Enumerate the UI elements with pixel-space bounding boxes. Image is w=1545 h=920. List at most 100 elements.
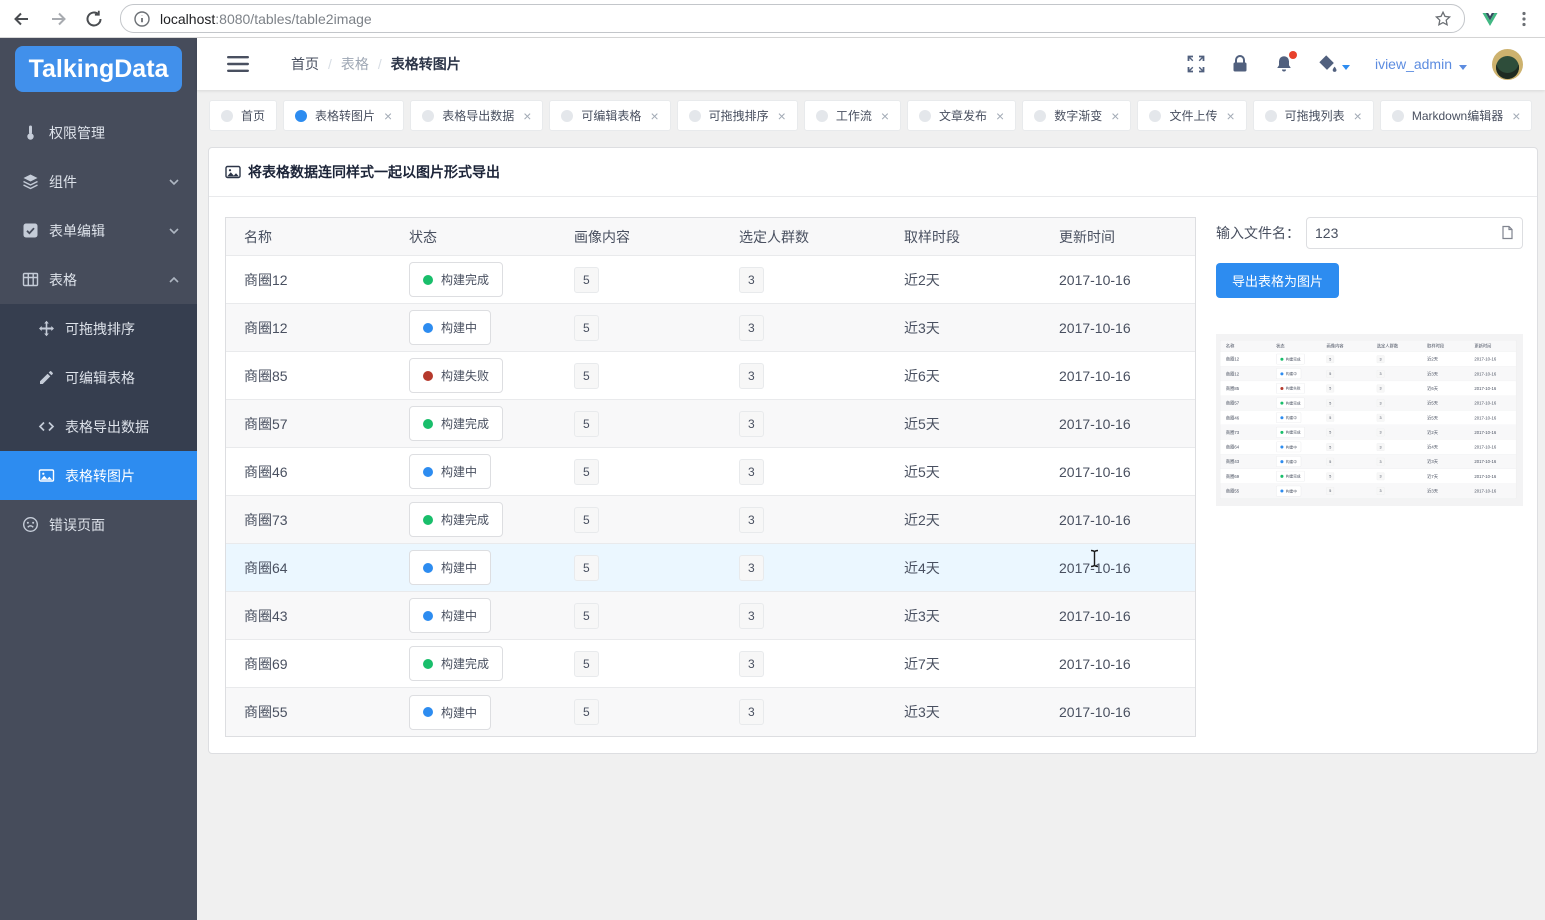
fullscreen-icon[interactable] xyxy=(1186,54,1206,74)
page-info-icon[interactable] xyxy=(133,10,151,28)
table-row[interactable]: 商圈73 构建完成 5 3 近2天 2017-10-16 xyxy=(1220,425,1516,440)
tab-close-icon[interactable]: × xyxy=(778,109,786,123)
avatar[interactable] xyxy=(1492,48,1523,80)
table-row[interactable]: 商圈55 构建中 5 3 近3天 2017-10-16 xyxy=(1220,483,1516,499)
group-count-tag: 3 xyxy=(1376,355,1385,364)
tab-可拖拽排序[interactable]: 可拖拽排序 × xyxy=(676,100,798,131)
tab-close-icon[interactable]: × xyxy=(384,109,392,123)
tab-可拖拽列表[interactable]: 可拖拽列表 × xyxy=(1252,100,1374,131)
status-dot xyxy=(1280,386,1284,390)
tab-close-icon[interactable]: × xyxy=(1512,109,1520,123)
table-row[interactable]: 商圈85 构建失败 5 3 近6天 2017-10-16 xyxy=(226,352,1195,400)
breadcrumb-item[interactable]: 表格 xyxy=(341,54,369,74)
status-label: 构建完成 xyxy=(441,513,490,527)
sidebar-item-table-export[interactable]: 表格导出数据 xyxy=(0,402,197,451)
cell-name: 商圈43 xyxy=(244,607,288,624)
tab-首页[interactable]: 首页 xyxy=(209,100,278,131)
tab-数字渐变[interactable]: 数字渐变 × xyxy=(1022,100,1132,131)
menu-toggle-icon[interactable] xyxy=(227,55,249,73)
status-label: 构建中 xyxy=(1285,415,1297,420)
address-bar[interactable]: localhost:8080/tables/table2image xyxy=(120,4,1465,33)
table-row[interactable]: 商圈46 构建中 5 3 近5天 2017-10-16 xyxy=(1220,410,1516,426)
tab-close-icon[interactable]: × xyxy=(881,109,889,123)
sidebar-item-components[interactable]: 组件 xyxy=(0,157,197,206)
sidebar-item-form-edit[interactable]: 表单编辑 xyxy=(0,206,197,255)
browser-reload-icon[interactable] xyxy=(84,9,104,29)
tab-status-dot xyxy=(1264,109,1277,122)
table-row[interactable]: 商圈64 构建中 5 3 近4天 2017-10-16 xyxy=(226,544,1195,592)
cell-group-count: 3 xyxy=(1371,384,1421,393)
lock-icon[interactable] xyxy=(1230,54,1250,74)
breadcrumb-item[interactable]: 首页 xyxy=(291,54,319,74)
cell-status: 构建完成 xyxy=(391,262,556,297)
status-label: 构建完成 xyxy=(441,657,490,671)
browser-toolbar: localhost:8080/tables/table2image xyxy=(0,0,1545,38)
sidebar-item-error-page[interactable]: 错误页面 xyxy=(0,500,197,549)
cell-period: 近5天 xyxy=(904,415,940,432)
table-row[interactable]: 商圈12 构建完成 5 3 近2天 2017-10-16 xyxy=(226,256,1195,304)
tab-可编辑表格[interactable]: 可编辑表格 × xyxy=(549,100,671,131)
tab-status-dot xyxy=(919,109,932,122)
table-row[interactable]: 商圈55 构建中 5 3 近3天 2017-10-16 xyxy=(226,688,1195,736)
table-row[interactable]: 商圈43 构建中 5 3 近3天 2017-10-16 xyxy=(1220,454,1516,470)
table-row[interactable]: 商圈85 构建失败 5 3 近6天 2017-10-16 xyxy=(1220,381,1516,396)
theme-switcher[interactable] xyxy=(1318,54,1351,74)
tab-close-icon[interactable]: × xyxy=(523,109,531,123)
cell-name: 商圈73 xyxy=(1225,429,1240,435)
table-row[interactable]: 商圈64 构建中 5 3 近4天 2017-10-16 xyxy=(1220,439,1516,455)
table-row[interactable]: 商圈69 构建完成 5 3 近7天 2017-10-16 xyxy=(1220,469,1516,484)
browser-back-icon[interactable] xyxy=(12,9,32,29)
browser-forward-icon[interactable] xyxy=(48,9,68,29)
sidebar-item-tables[interactable]: 表格 xyxy=(0,255,197,304)
column-header: 状态 xyxy=(409,228,437,245)
portrait-count-tag: 5 xyxy=(1326,472,1334,481)
chevron-down xyxy=(167,175,181,189)
cell-updated: 2017-10-16 xyxy=(1474,415,1497,421)
table-row[interactable]: 商圈57 构建完成 5 3 近5天 2017-10-16 xyxy=(226,400,1195,448)
status-badge: 构建完成 xyxy=(409,502,504,537)
sidebar-item-editable-table[interactable]: 可编辑表格 xyxy=(0,353,197,402)
browser-menu-icon[interactable] xyxy=(1515,10,1533,28)
user-dropdown[interactable]: iview_admin xyxy=(1375,56,1468,72)
table-row[interactable]: 商圈73 构建完成 5 3 近2天 2017-10-16 xyxy=(226,496,1195,544)
table-row[interactable]: 商圈57 构建完成 5 3 近5天 2017-10-16 xyxy=(1220,395,1516,411)
table-row[interactable]: 商圈69 构建完成 5 3 近7天 2017-10-16 xyxy=(226,640,1195,688)
portrait-count-tag: 5 xyxy=(574,506,599,533)
group-count-tag: 3 xyxy=(739,362,764,389)
bookmark-star-icon[interactable] xyxy=(1434,10,1452,28)
table-row[interactable]: 商圈12 构建中 5 3 近3天 2017-10-16 xyxy=(1220,366,1516,382)
table-row[interactable]: 商圈43 构建中 5 3 近3天 2017-10-16 xyxy=(226,592,1195,640)
notification-badge xyxy=(1288,51,1297,59)
caret-down-icon xyxy=(1341,59,1351,70)
filename-input[interactable] xyxy=(1306,217,1523,249)
tab-工作流[interactable]: 工作流 × xyxy=(803,100,902,131)
tab-close-icon[interactable]: × xyxy=(1354,109,1362,123)
notification-bell-icon[interactable] xyxy=(1274,51,1297,74)
table-row[interactable]: 商圈46 构建中 5 3 近5天 2017-10-16 xyxy=(226,448,1195,496)
table-row[interactable]: 商圈12 构建完成 5 3 近2天 2017-10-16 xyxy=(1220,351,1516,367)
export-table-button[interactable]: 导出表格为图片 xyxy=(1216,263,1340,298)
status-badge: 构建完成 xyxy=(409,646,504,681)
tab-close-icon[interactable]: × xyxy=(996,109,1004,123)
tab-表格转图片[interactable]: 表格转图片 × xyxy=(283,100,405,131)
sidebar-item-permission[interactable]: 权限管理 xyxy=(0,108,197,157)
group-count-tag: 3 xyxy=(1376,442,1385,451)
status-dot xyxy=(1280,372,1284,376)
tab-close-icon[interactable]: × xyxy=(1226,109,1234,123)
vue-devtools-icon[interactable] xyxy=(1481,10,1499,28)
portrait-count-tag: 5 xyxy=(574,602,599,629)
tab-文章发布[interactable]: 文章发布 × xyxy=(907,100,1017,131)
tab-close-icon[interactable]: × xyxy=(1111,109,1119,123)
cell-period: 近3天 xyxy=(1427,371,1439,377)
status-label: 构建完成 xyxy=(441,417,490,431)
tab-Markdown编辑器[interactable]: Markdown编辑器 × xyxy=(1379,100,1533,131)
tab-文件上传[interactable]: 文件上传 × xyxy=(1137,100,1247,131)
cell-group-count: 3 xyxy=(1371,355,1421,364)
sidebar-item-drag-sort[interactable]: 可拖拽排序 xyxy=(0,304,197,353)
cell-name: 商圈69 xyxy=(1225,473,1240,479)
sidebar-item-table2image[interactable]: 表格转图片 xyxy=(0,451,197,500)
table-row[interactable]: 商圈12 构建中 5 3 近3天 2017-10-16 xyxy=(226,304,1195,352)
tab-close-icon[interactable]: × xyxy=(650,109,658,123)
cell-group-count: 3 xyxy=(1371,442,1421,451)
tab-表格导出数据[interactable]: 表格导出数据 × xyxy=(410,100,544,131)
